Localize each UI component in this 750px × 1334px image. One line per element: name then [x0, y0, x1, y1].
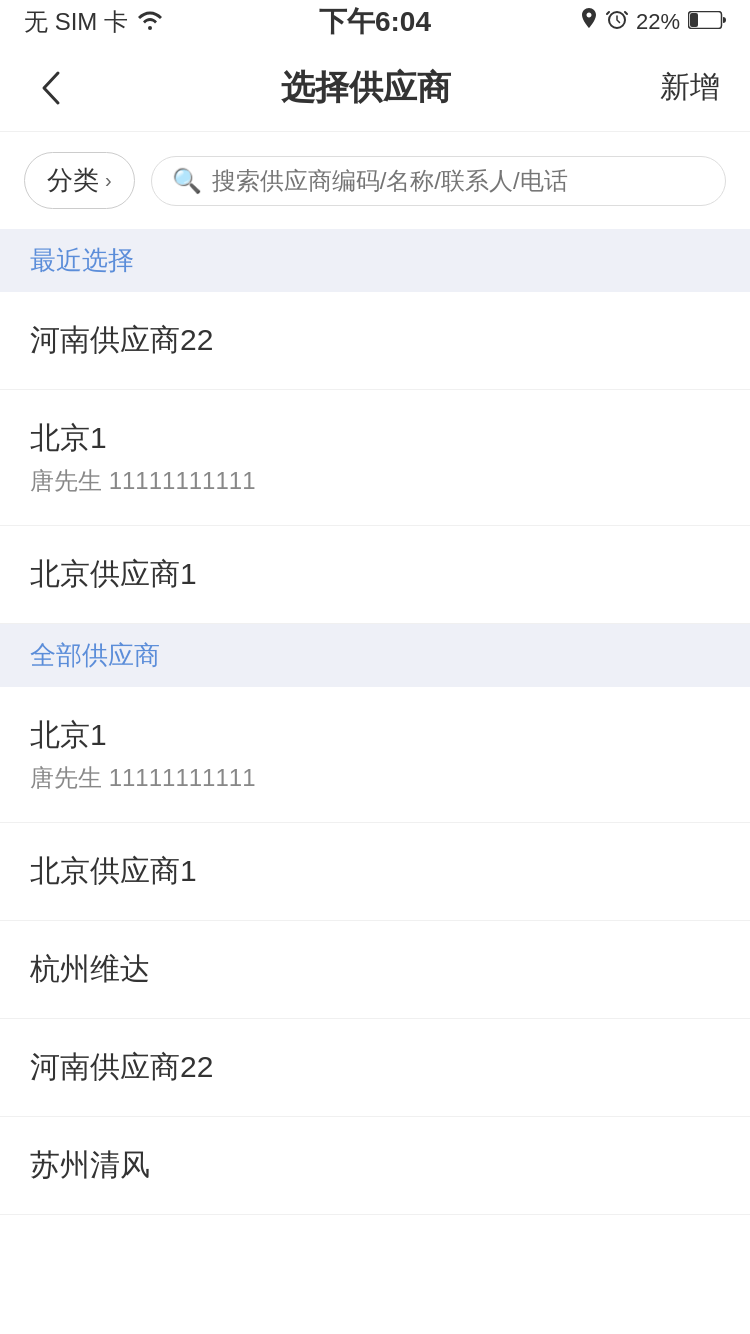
all-section-header: 全部供应商 [0, 624, 750, 687]
svg-rect-2 [690, 13, 698, 27]
list-item[interactable]: 北京1 唐先生 11111111111 [0, 687, 750, 823]
item-name: 河南供应商22 [30, 320, 720, 361]
add-button[interactable]: 新增 [660, 67, 720, 108]
page-title: 选择供应商 [281, 65, 451, 111]
category-label: 分类 [47, 163, 99, 198]
list-item[interactable]: 杭州维达 [0, 921, 750, 1019]
status-bar: 无 SIM 卡 下午6:04 22% [0, 0, 750, 44]
battery-icon [688, 9, 726, 35]
alarm-icon [606, 8, 628, 36]
list-item[interactable]: 河南供应商22 [0, 292, 750, 390]
location-icon [580, 8, 598, 36]
list-item[interactable]: 北京供应商1 [0, 823, 750, 921]
list-item[interactable]: 苏州清风 [0, 1117, 750, 1215]
recent-list: 河南供应商22 北京1 唐先生 11111111111 北京供应商1 [0, 292, 750, 624]
list-item[interactable]: 北京1 唐先生 11111111111 [0, 390, 750, 526]
back-button[interactable] [30, 59, 72, 117]
chevron-right-icon: › [105, 169, 112, 192]
list-item[interactable]: 河南供应商22 [0, 1019, 750, 1117]
battery-label: 22% [636, 9, 680, 35]
wifi-icon [136, 8, 164, 36]
search-box: 🔍 [151, 156, 726, 206]
nav-bar: 选择供应商 新增 [0, 44, 750, 132]
recent-section-header: 最近选择 [0, 229, 750, 292]
search-input[interactable] [212, 167, 705, 195]
item-sub: 唐先生 11111111111 [30, 762, 720, 794]
item-name: 苏州清风 [30, 1145, 720, 1186]
item-sub: 唐先生 11111111111 [30, 465, 720, 497]
item-name: 北京1 [30, 418, 720, 459]
item-name: 杭州维达 [30, 949, 720, 990]
item-name: 北京供应商1 [30, 554, 720, 595]
all-section-label: 全部供应商 [30, 640, 160, 670]
status-right: 22% [580, 8, 726, 36]
recent-section-label: 最近选择 [30, 245, 134, 275]
status-left: 无 SIM 卡 [24, 6, 164, 38]
status-time: 下午6:04 [319, 3, 431, 41]
filter-bar: 分类 › 🔍 [0, 132, 750, 229]
carrier-label: 无 SIM 卡 [24, 6, 128, 38]
search-icon: 🔍 [172, 167, 202, 195]
item-name: 北京1 [30, 715, 720, 756]
all-list: 北京1 唐先生 11111111111 北京供应商1 杭州维达 河南供应商22 … [0, 687, 750, 1215]
list-item[interactable]: 北京供应商1 [0, 526, 750, 624]
item-name: 河南供应商22 [30, 1047, 720, 1088]
item-name: 北京供应商1 [30, 851, 720, 892]
category-button[interactable]: 分类 › [24, 152, 135, 209]
